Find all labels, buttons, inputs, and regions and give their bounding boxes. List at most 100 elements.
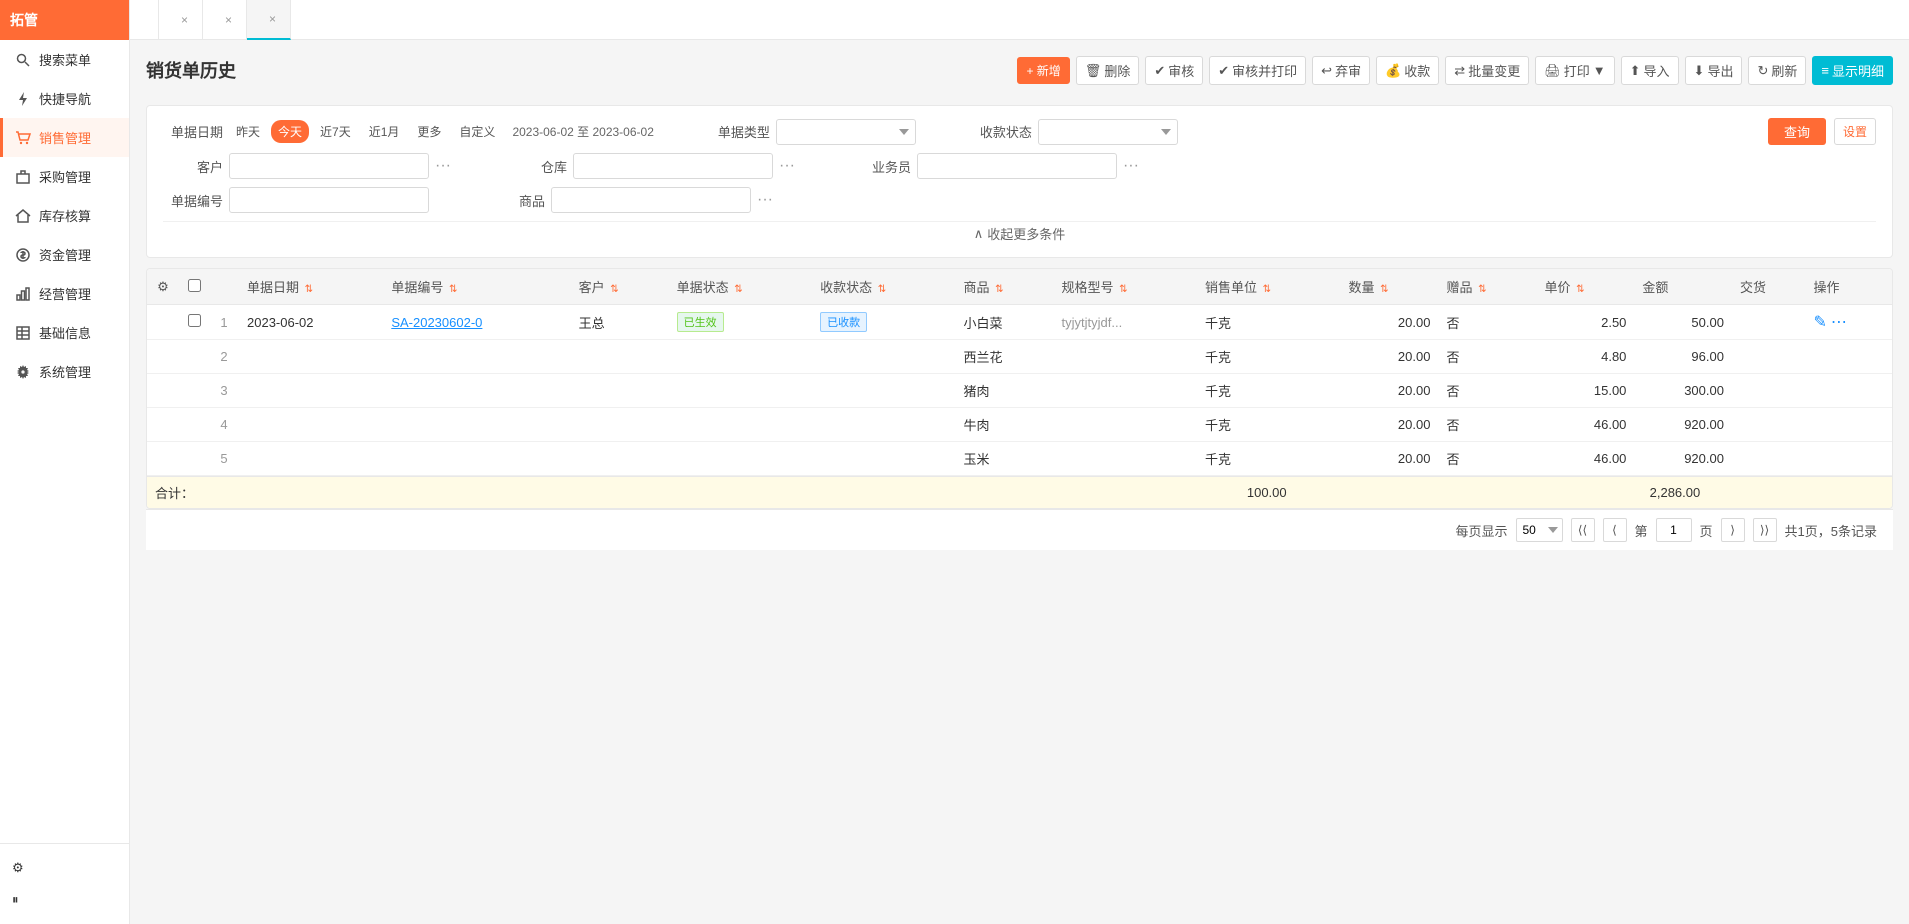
- col-product[interactable]: 商品 ⇅: [956, 269, 1054, 305]
- col-action: 操作: [1805, 269, 1892, 305]
- first-page-btn[interactable]: ⟨⟨: [1571, 518, 1595, 542]
- tab-close-sales-invoice[interactable]: ×: [225, 13, 232, 27]
- sidebar-item-system[interactable]: 系统管理: [0, 352, 129, 391]
- col-customer[interactable]: 客户 ⇅: [571, 269, 669, 305]
- cell-customer: [571, 408, 669, 442]
- add-button[interactable]: + 新增: [1017, 57, 1069, 84]
- page-number-input[interactable]: [1656, 518, 1692, 542]
- date-btn-custom[interactable]: 自定义: [452, 120, 502, 143]
- filter-settings-button[interactable]: 设置: [1834, 118, 1876, 145]
- query-button[interactable]: 查询: [1768, 118, 1826, 145]
- col-rownum: [209, 269, 239, 305]
- next-page-btn[interactable]: ⟩: [1721, 518, 1745, 542]
- sidebar-item-basic[interactable]: 基础信息: [0, 313, 129, 352]
- col-paymentstatus[interactable]: 收款状态 ⇅: [812, 269, 955, 305]
- review-button[interactable]: ✔ 审核: [1145, 56, 1203, 85]
- cell-doc-number[interactable]: [383, 442, 570, 476]
- select-all-checkbox[interactable]: [188, 279, 201, 292]
- review-print-button[interactable]: ✔ 审核并打印: [1209, 56, 1306, 85]
- table-row: 12023-06-02SA-20230602-0王总已生效已收款小白菜tyjyt…: [147, 305, 1892, 340]
- sidebar-bottom-settings[interactable]: ⚙: [0, 852, 129, 884]
- cell-gift: 否: [1438, 340, 1536, 374]
- cell-doc-number[interactable]: [383, 340, 570, 374]
- doc-number-input[interactable]: [229, 187, 429, 213]
- cell-doc-status: [669, 408, 812, 442]
- cell-amount: 920.00: [1634, 408, 1732, 442]
- col-unitprice[interactable]: 单价 ⇅: [1536, 269, 1634, 305]
- filter-doc-number: 单据编号: [163, 187, 429, 213]
- logo: 拓管: [0, 0, 129, 40]
- date-btn-more[interactable]: 更多: [410, 120, 448, 143]
- cell-action: [1805, 408, 1892, 442]
- sidebar-bottom-collapse[interactable]: ⏸: [0, 884, 129, 916]
- sidebar-item-label: 资金管理: [39, 245, 91, 264]
- last-page-btn[interactable]: ⟩⟩: [1753, 518, 1777, 542]
- doc-number-link[interactable]: SA-20230602-0: [391, 315, 482, 330]
- filter-doc-type: 单据类型: [710, 119, 916, 145]
- refresh-button[interactable]: ↻ 刷新: [1748, 56, 1806, 85]
- sales-person-input[interactable]: [917, 153, 1117, 179]
- print-icon: 🖨: [1544, 63, 1561, 79]
- cell-doc-number[interactable]: SA-20230602-0: [383, 305, 570, 340]
- export-button[interactable]: ⬇ 导出: [1685, 56, 1743, 85]
- filter-action-area: 查询 设置: [1768, 118, 1876, 145]
- print-button[interactable]: 🖨 打印 ▼: [1535, 56, 1614, 85]
- collapse-filter-button[interactable]: ∧ 收起更多条件: [163, 221, 1876, 245]
- product-more-icon[interactable]: ···: [757, 191, 773, 209]
- payment-status-select[interactable]: [1038, 119, 1178, 145]
- customer-input[interactable]: [229, 153, 429, 179]
- collect-button[interactable]: 💰 收款: [1376, 56, 1439, 85]
- import-icon: ⬆: [1630, 63, 1641, 79]
- col-unit[interactable]: 销售单位 ⇅: [1197, 269, 1340, 305]
- sidebar-item-sales[interactable]: 销售管理: [0, 118, 129, 157]
- tab-close-sales-history[interactable]: ×: [269, 12, 276, 26]
- col-docdate[interactable]: 单据日期 ⇅: [239, 269, 383, 305]
- tab-close-sales-order[interactable]: ×: [181, 13, 188, 27]
- summary-label: 合计：: [155, 483, 205, 502]
- row-checkbox[interactable]: [188, 314, 201, 327]
- cell-doc-date: [239, 340, 383, 374]
- sales-person-more-icon[interactable]: ···: [1123, 157, 1139, 175]
- tab-home[interactable]: [130, 0, 159, 40]
- batch-change-button[interactable]: ⇄ 批量变更: [1445, 56, 1529, 85]
- date-btn-yesterday[interactable]: 昨天: [229, 120, 267, 143]
- sidebar-item-purchase[interactable]: 采购管理: [0, 157, 129, 196]
- doc-type-select[interactable]: [776, 119, 916, 145]
- warehouse-more-icon[interactable]: ···: [779, 157, 795, 175]
- import-button[interactable]: ⬆ 导入: [1621, 56, 1679, 85]
- sidebar-item-quicknav[interactable]: 快捷导航: [0, 79, 129, 118]
- abandon-button[interactable]: ↩ 弃审: [1312, 56, 1370, 85]
- date-btn-7days[interactable]: 近7天: [313, 120, 358, 143]
- filter-sales-person: 业务员 ···: [851, 153, 1139, 179]
- show-detail-button[interactable]: ≡ 显示明细: [1812, 56, 1893, 85]
- cell-doc-number[interactable]: [383, 374, 570, 408]
- sidebar-item-inventory[interactable]: 库存核算: [0, 196, 129, 235]
- sidebar-item-search[interactable]: 搜索菜单: [0, 40, 129, 79]
- date-btn-today[interactable]: 今天: [271, 120, 309, 143]
- col-docnumber[interactable]: 单据编号 ⇅: [383, 269, 570, 305]
- prev-page-btn[interactable]: ⟨: [1603, 518, 1627, 542]
- row-number: 2: [209, 340, 239, 374]
- date-btn-1month[interactable]: 近1月: [362, 120, 407, 143]
- sidebar-item-operations[interactable]: 经营管理: [0, 274, 129, 313]
- edit-action-btn[interactable]: ✎: [1813, 312, 1826, 332]
- col-docstatus[interactable]: 单据状态 ⇅: [669, 269, 812, 305]
- warehouse-input[interactable]: [573, 153, 773, 179]
- tab-sales-invoice[interactable]: ×: [203, 0, 247, 40]
- col-gift[interactable]: 赠品 ⇅: [1438, 269, 1536, 305]
- more-action-btn[interactable]: ⋯: [1831, 312, 1847, 332]
- delete-button[interactable]: 🗑 删除: [1076, 56, 1140, 85]
- col-spec[interactable]: 规格型号 ⇅: [1054, 269, 1197, 305]
- product-input[interactable]: [551, 187, 751, 213]
- tab-sales-order[interactable]: ×: [159, 0, 203, 40]
- tab-sales-history[interactable]: ×: [247, 0, 291, 40]
- sidebar-item-finance[interactable]: 资金管理: [0, 235, 129, 274]
- filter-row-3: 单据编号 商品 ···: [163, 187, 1876, 213]
- cell-qty: 20.00: [1340, 340, 1438, 374]
- col-gear[interactable]: ⚙: [147, 269, 179, 305]
- cell-doc-number[interactable]: [383, 408, 570, 442]
- summary-qty: 100.00: [1151, 485, 1294, 500]
- per-page-select[interactable]: 50 100 200: [1516, 518, 1563, 542]
- col-qty[interactable]: 数量 ⇅: [1340, 269, 1438, 305]
- customer-more-icon[interactable]: ···: [435, 157, 451, 175]
